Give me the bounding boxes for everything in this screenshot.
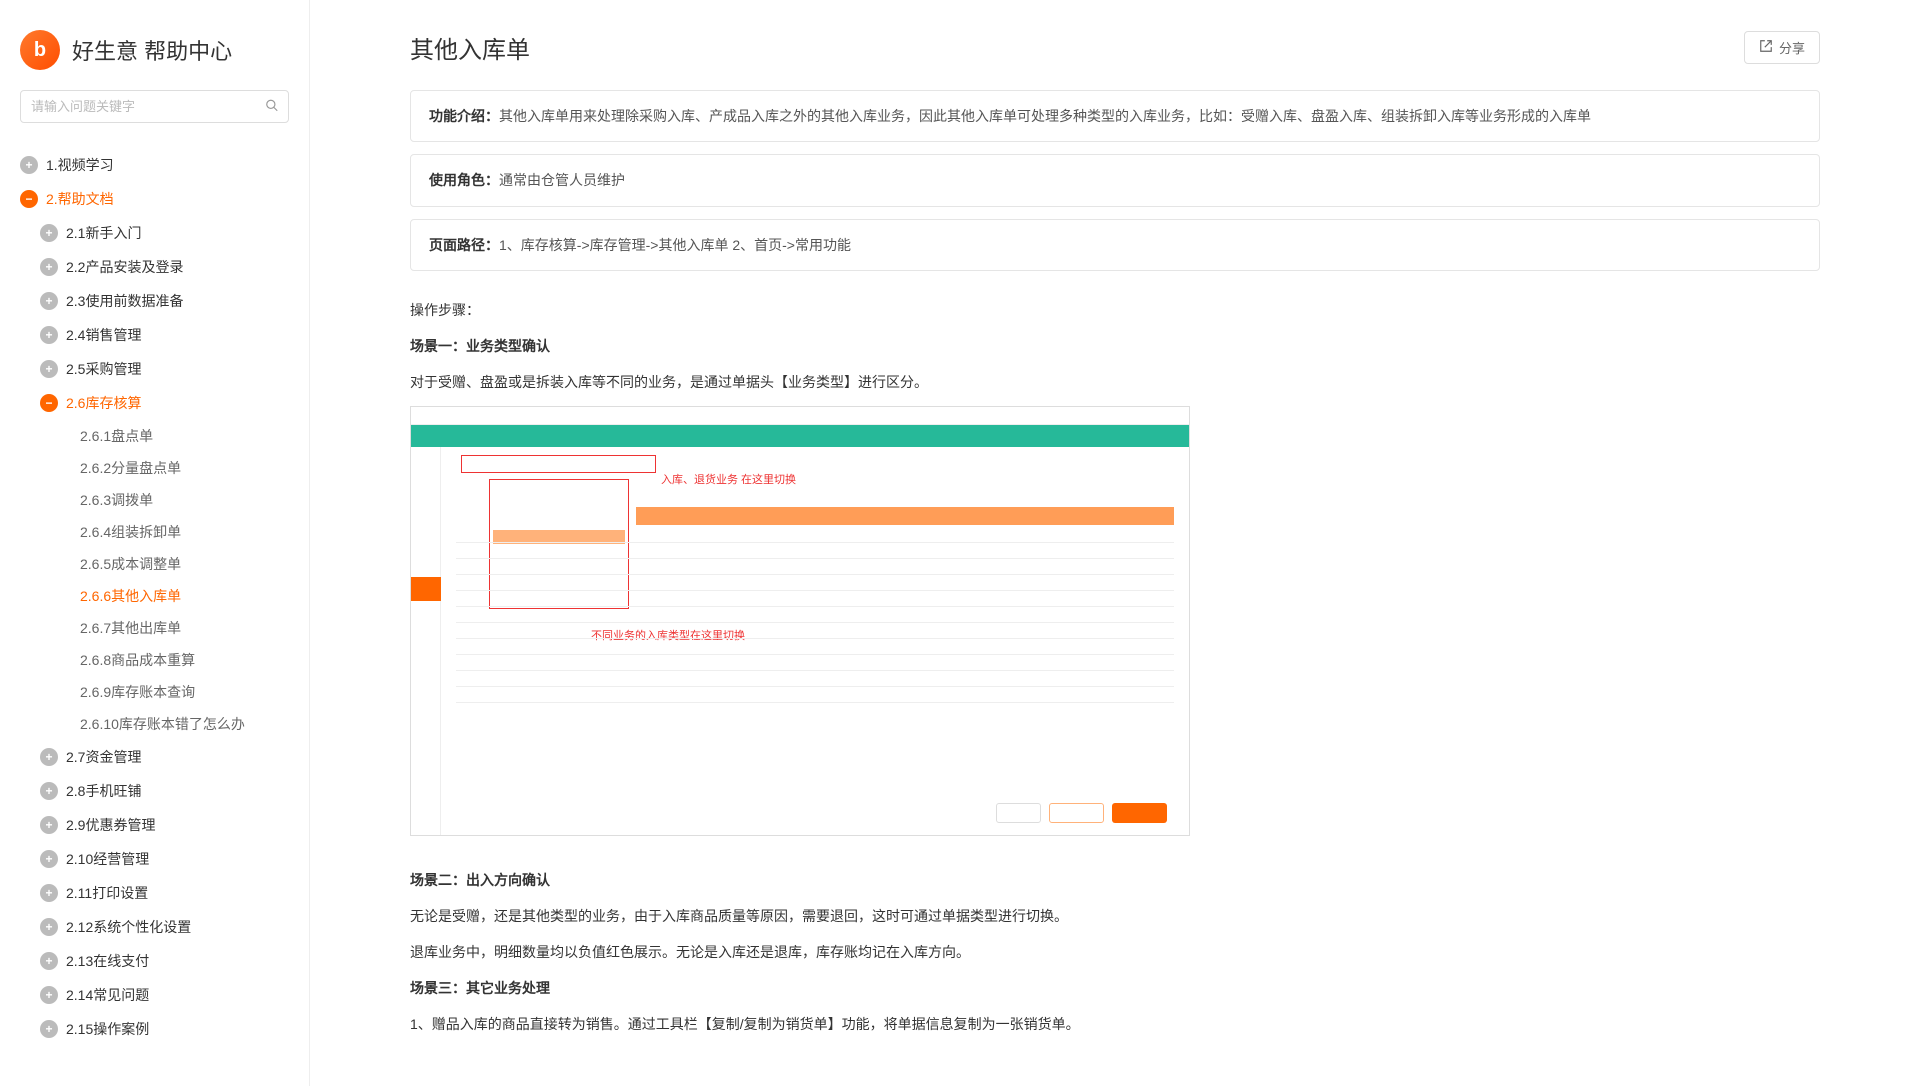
nav-2-15[interactable]: +2.15操作案例 — [40, 1012, 289, 1046]
nav-2-5[interactable]: +2.5采购管理 — [40, 352, 289, 386]
share-icon — [1759, 39, 1773, 56]
role-label: 使用角色： — [429, 172, 499, 188]
scene3-text: 1、赠品入库的商品直接转为销售。通过工具栏【复制/复制为销货单】功能，将单据信息… — [410, 1010, 1820, 1038]
nav-2-9[interactable]: +2.9优惠券管理 — [40, 808, 289, 842]
intro-text: 其他入库单用来处理除采购入库、产成品入库之外的其他入库业务，因此其他入库单可处理… — [499, 108, 1591, 124]
share-button[interactable]: 分享 — [1744, 31, 1820, 64]
nav-2-10[interactable]: +2.10经营管理 — [40, 842, 289, 876]
path-label: 页面路径： — [429, 237, 499, 253]
scene1-title: 场景一：业务类型确认 — [410, 332, 1820, 360]
title-row: 其他入库单 分享 — [410, 30, 1820, 65]
screenshot-1: 入库、退货业务 在这里切换 不同业务的入库类型在这里切换 — [410, 406, 1190, 836]
screenshot-annot-1: 入库、退货业务 在这里切换 — [661, 469, 796, 491]
nav-2-6-5[interactable]: 2.6.5成本调整单 — [80, 548, 289, 580]
path-text: 1、库存核算->库存管理->其他入库单 2、首页->常用功能 — [499, 237, 851, 253]
nav-2-1[interactable]: +2.1新手入门 — [40, 216, 289, 250]
intro-box: 功能介绍：其他入库单用来处理除采购入库、产成品入库之外的其他入库业务，因此其他入… — [410, 90, 1820, 142]
article-body: 操作步骤： 场景一：业务类型确认 对于受赠、盘盈或是拆装入库等不同的业务，是通过… — [410, 296, 1820, 1038]
steps-label: 操作步骤： — [410, 296, 1820, 324]
nav-tree: +1.视频学习 −2.帮助文档 +2.1新手入门 +2.2产品安装及登录 +2.… — [20, 148, 289, 1046]
nav-2-3[interactable]: +2.3使用前数据准备 — [40, 284, 289, 318]
nav-2-6-3[interactable]: 2.6.3调拨单 — [80, 484, 289, 516]
search-icon[interactable] — [265, 98, 279, 115]
nav-2-6-10[interactable]: 2.6.10库存账本错了怎么办 — [80, 708, 289, 740]
sidebar: b 好生意 帮助中心 +1.视频学习 −2.帮助文档 +2.1新手入门 +2.2… — [0, 0, 310, 1086]
intro-label: 功能介绍： — [429, 108, 499, 124]
nav-2-6-1[interactable]: 2.6.1盘点单 — [80, 420, 289, 452]
nav-2-6-7[interactable]: 2.6.7其他出库单 — [80, 612, 289, 644]
main-content: 其他入库单 分享 功能介绍：其他入库单用来处理除采购入库、产成品入库之外的其他入… — [310, 0, 1920, 1086]
nav-2-6-2[interactable]: 2.6.2分量盘点单 — [80, 452, 289, 484]
scene2-text-1: 无论是受赠，还是其他类型的业务，由于入库商品质量等原因，需要退回，这时可通过单据… — [410, 902, 1820, 930]
nav-help-docs[interactable]: −2.帮助文档 — [20, 182, 289, 216]
nav-2-12[interactable]: +2.12系统个性化设置 — [40, 910, 289, 944]
nav-2-11[interactable]: +2.11打印设置 — [40, 876, 289, 910]
role-box: 使用角色：通常由仓管人员维护 — [410, 154, 1820, 206]
nav-2-14[interactable]: +2.14常见问题 — [40, 978, 289, 1012]
page-title: 其他入库单 — [410, 30, 530, 65]
share-label: 分享 — [1779, 38, 1805, 57]
logo-icon: b — [20, 30, 60, 70]
nav-2-2[interactable]: +2.2产品安装及登录 — [40, 250, 289, 284]
nav-2-6[interactable]: −2.6库存核算 — [40, 386, 289, 420]
nav-2-6-4[interactable]: 2.6.4组装拆卸单 — [80, 516, 289, 548]
scene1-text: 对于受赠、盘盈或是拆装入库等不同的业务，是通过单据头【业务类型】进行区分。 — [410, 368, 1820, 396]
logo-row: b 好生意 帮助中心 — [20, 30, 289, 70]
search-box — [20, 90, 289, 123]
nav-2-4[interactable]: +2.4销售管理 — [40, 318, 289, 352]
nav-2-6-8[interactable]: 2.6.8商品成本重算 — [80, 644, 289, 676]
nav-2-13[interactable]: +2.13在线支付 — [40, 944, 289, 978]
path-box: 页面路径：1、库存核算->库存管理->其他入库单 2、首页->常用功能 — [410, 219, 1820, 271]
role-text: 通常由仓管人员维护 — [499, 172, 625, 188]
search-input[interactable] — [20, 90, 289, 123]
scene2-text-2: 退库业务中，明细数量均以负值红色展示。无论是入库还是退库，库存账均记在入库方向。 — [410, 938, 1820, 966]
nav-2-7[interactable]: +2.7资金管理 — [40, 740, 289, 774]
nav-2-8[interactable]: +2.8手机旺铺 — [40, 774, 289, 808]
nav-video[interactable]: +1.视频学习 — [20, 148, 289, 182]
nav-2-6-6[interactable]: 2.6.6其他入库单 — [80, 580, 289, 612]
nav-2-6-9[interactable]: 2.6.9库存账本查询 — [80, 676, 289, 708]
site-title: 好生意 帮助中心 — [72, 34, 232, 66]
scene3-title: 场景三：其它业务处理 — [410, 974, 1820, 1002]
scene2-title: 场景二：出入方向确认 — [410, 866, 1820, 894]
